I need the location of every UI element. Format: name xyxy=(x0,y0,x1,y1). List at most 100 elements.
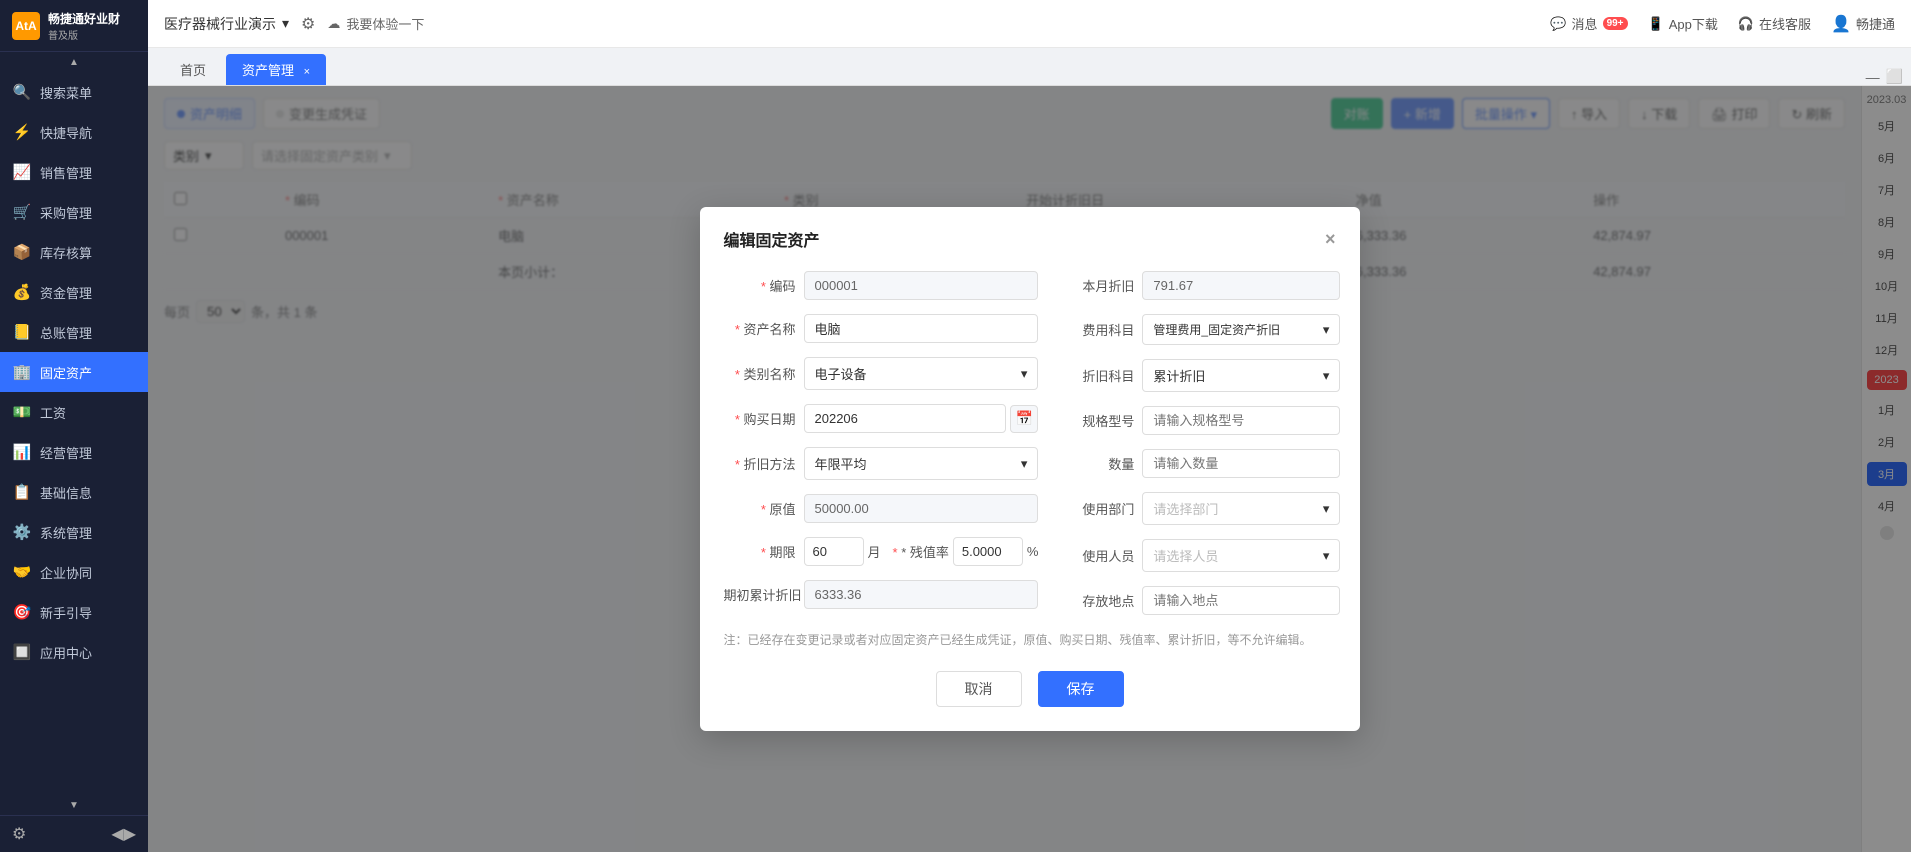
experience-button[interactable]: ☁ 我要体验一下 xyxy=(327,14,424,33)
sidebar-item-fixed-assets[interactable]: 🏢 固定资产 xyxy=(0,352,148,392)
window-minimize-button[interactable]: — xyxy=(1866,69,1880,85)
modal-note: 注：已经存在变更记录或者对应固定资产已经生成凭证，原值、购买日期、残值率、累计折… xyxy=(724,631,1336,650)
chevron-down-icon10: ▾ xyxy=(1323,548,1330,564)
logo-text: 畅捷通好业财 普及版 xyxy=(48,10,120,42)
payroll-icon: 💵 xyxy=(12,402,32,422)
modal-left-col: 编码 资产名称 类别名称 电子设备 xyxy=(724,271,1039,615)
sidebar-logo: AtA 畅捷通好业财 普及版 xyxy=(0,0,148,52)
sidebar-item-purchase[interactable]: 🛒 采购管理 xyxy=(0,192,148,232)
field-quantity-input[interactable] xyxy=(1142,449,1340,478)
sidebar-item-quick-nav[interactable]: ⚡ 快捷导航 xyxy=(0,112,148,152)
field-period-label: 期限 xyxy=(724,542,796,561)
field-original-input[interactable] xyxy=(804,494,1039,523)
field-period-input[interactable] xyxy=(804,537,864,566)
chevron-down-icon8: ▾ xyxy=(1323,368,1330,384)
sidebar-scroll-up[interactable]: ▲ xyxy=(0,52,148,72)
collapse-icon[interactable]: ◀▶ xyxy=(111,824,136,844)
sidebar-item-finance[interactable]: 💰 资金管理 xyxy=(0,272,148,312)
modal-right-col: 本月折旧 费用科目 管理费用_固定资产折旧 ▾ xyxy=(1062,271,1340,615)
field-purchase-date: 购买日期 📅 xyxy=(724,404,1039,433)
field-purchase-date-label: 购买日期 xyxy=(724,409,796,428)
sidebar-item-basic-info[interactable]: 📋 基础信息 xyxy=(0,472,148,512)
tab-asset-management[interactable]: 资产管理 × xyxy=(226,54,326,85)
save-button[interactable]: 保存 xyxy=(1038,671,1124,707)
sidebar-item-search[interactable]: 🔍 搜索菜单 xyxy=(0,72,148,112)
field-quantity: 数量 xyxy=(1062,449,1340,478)
customer-service-button[interactable]: 🎧 在线客服 xyxy=(1738,14,1811,33)
tab-home[interactable]: 首页 xyxy=(164,54,222,85)
logo-icon: AtA xyxy=(12,12,40,40)
field-location-label: 存放地点 xyxy=(1062,591,1134,610)
chevron-down-icon: ▾ xyxy=(282,15,289,32)
period-residual-row: 月 * 残值率 % xyxy=(804,537,1039,566)
field-name-label: 资产名称 xyxy=(724,319,796,338)
finance-icon: 💰 xyxy=(12,282,32,302)
field-expense-subject-label: 费用科目 xyxy=(1062,320,1134,339)
chevron-down-icon6: ▾ xyxy=(1021,456,1028,472)
field-spec-input[interactable] xyxy=(1142,406,1340,435)
chevron-down-icon5: ▾ xyxy=(1021,366,1028,382)
company-selector[interactable]: 医疗器械行业演示 ▾ xyxy=(164,14,289,34)
cloud-icon: ☁ xyxy=(327,16,340,32)
inventory-icon: 📦 xyxy=(12,242,32,262)
field-expense-subject: 费用科目 管理费用_固定资产折旧 ▾ xyxy=(1062,314,1340,345)
modal-close-button[interactable]: × xyxy=(1325,230,1336,248)
sidebar-nav: 🔍 搜索菜单 ⚡ 快捷导航 📈 销售管理 🛒 采购管理 📦 库存核算 💰 资金管… xyxy=(0,72,148,795)
sidebar-scroll-down[interactable]: ▼ xyxy=(0,795,148,815)
field-expense-subject-select[interactable]: 管理费用_固定资产折旧 ▾ xyxy=(1142,314,1340,345)
ledger-icon: 📒 xyxy=(12,322,32,342)
sidebar-item-system[interactable]: ⚙️ 系统管理 xyxy=(0,512,148,552)
field-dept-label: 使用部门 xyxy=(1062,499,1134,518)
user-icon: 👤 xyxy=(1831,14,1851,34)
field-code-label: 编码 xyxy=(724,276,796,295)
residual-unit: % xyxy=(1027,544,1039,559)
system-icon: ⚙️ xyxy=(12,522,32,542)
field-purchase-date-input[interactable] xyxy=(804,404,1007,433)
sidebar-item-ledger[interactable]: 📒 总账管理 xyxy=(0,312,148,352)
field-name-input[interactable] xyxy=(804,314,1039,343)
cancel-button[interactable]: 取消 xyxy=(936,671,1022,707)
field-residual-input[interactable] xyxy=(953,537,1023,566)
field-quantity-label: 数量 xyxy=(1062,454,1134,473)
guide-icon: 🎯 xyxy=(12,602,32,622)
field-spec: 规格型号 xyxy=(1062,406,1340,435)
sidebar-item-inventory[interactable]: 📦 库存核算 xyxy=(0,232,148,272)
field-user-select[interactable]: 请选择人员 ▾ xyxy=(1142,539,1340,572)
field-dep-method-select[interactable]: 年限平均 ▾ xyxy=(804,447,1039,480)
sidebar-item-sales[interactable]: 📈 销售管理 xyxy=(0,152,148,192)
field-code-input[interactable] xyxy=(804,271,1039,300)
field-monthly-dep-input[interactable] xyxy=(1142,271,1340,300)
modal-footer: 取消 保存 xyxy=(724,671,1336,707)
field-category-select[interactable]: 电子设备 ▾ xyxy=(804,357,1039,390)
field-dep-method: 折旧方法 年限平均 ▾ xyxy=(724,447,1039,480)
download-icon: 📱 xyxy=(1648,16,1664,32)
settings-icon[interactable]: ⚙ xyxy=(12,824,26,844)
field-user-label: 使用人员 xyxy=(1062,546,1134,565)
tabbar: 首页 资产管理 × — ⬜ xyxy=(148,48,1911,86)
operations-icon: 📊 xyxy=(12,442,32,462)
field-dept-select[interactable]: 请选择部门 ▾ xyxy=(1142,492,1340,525)
field-dep-method-label: 折旧方法 xyxy=(724,454,796,473)
sidebar-item-payroll[interactable]: 💵 工资 xyxy=(0,392,148,432)
sidebar-item-collab[interactable]: 🤝 企业协同 xyxy=(0,552,148,592)
field-dep-subject-label: 折旧科目 xyxy=(1062,366,1134,385)
message-icon: 💬 xyxy=(1550,16,1566,32)
field-spec-label: 规格型号 xyxy=(1062,411,1134,430)
field-monthly-dep: 本月折旧 xyxy=(1062,271,1340,300)
window-restore-button[interactable]: ⬜ xyxy=(1886,68,1903,85)
sidebar-item-app-center[interactable]: 🔲 应用中心 xyxy=(0,632,148,672)
settings-button[interactable]: ⚙ xyxy=(301,14,315,34)
calendar-icon[interactable]: 📅 xyxy=(1010,405,1038,433)
field-location-input[interactable] xyxy=(1142,586,1340,615)
field-initial-dep-input[interactable] xyxy=(804,580,1039,609)
sidebar-item-operations[interactable]: 📊 经营管理 xyxy=(0,432,148,472)
sidebar-item-guide[interactable]: 🎯 新手引导 xyxy=(0,592,148,632)
field-dep-subject-select[interactable]: 累计折旧 ▾ xyxy=(1142,359,1340,392)
tab-close-button[interactable]: × xyxy=(304,66,310,78)
messages-button[interactable]: 💬 消息 99+ xyxy=(1550,14,1627,33)
app-download-button[interactable]: 📱 App下载 xyxy=(1648,14,1718,33)
edit-asset-modal: 编辑固定资产 × 编码 资产名称 xyxy=(700,207,1360,730)
purchase-icon: 🛒 xyxy=(12,202,32,222)
user-menu[interactable]: 👤 畅捷通 xyxy=(1831,14,1895,34)
residual-rate-label: * 残值率 xyxy=(893,542,949,561)
